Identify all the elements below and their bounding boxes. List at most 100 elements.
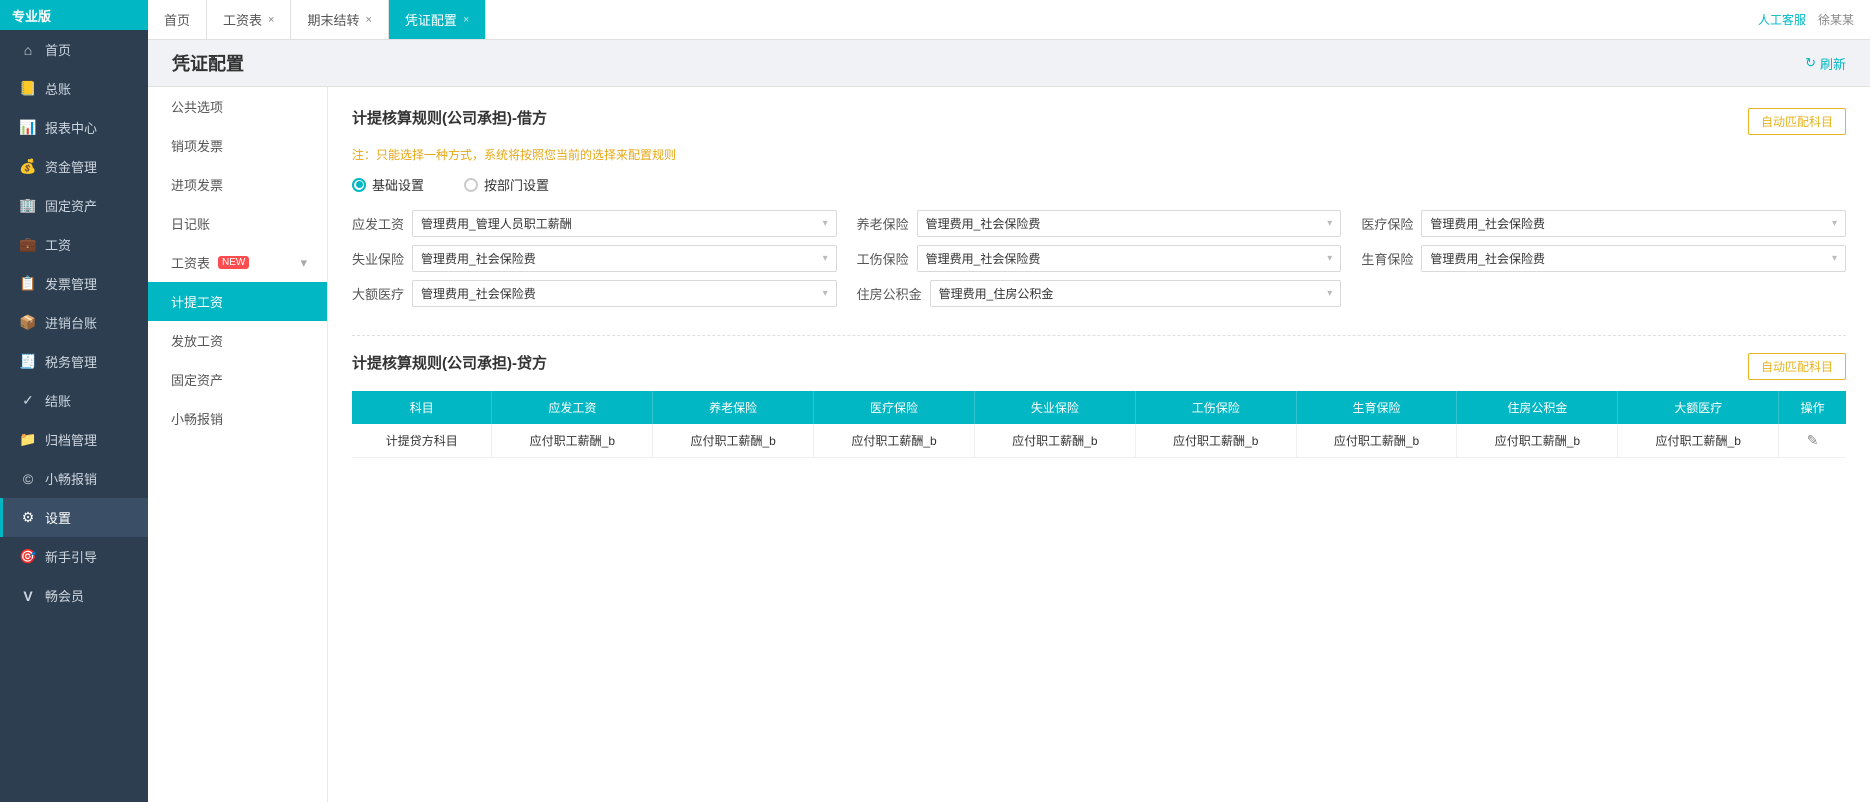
submenu-purchase-invoice[interactable]: 进项发票 <box>148 165 327 204</box>
tax-icon: 🧾 <box>19 353 37 370</box>
report-icon: 📊 <box>19 119 37 136</box>
submenu-public-options[interactable]: 公共选项 <box>148 87 327 126</box>
sidebar-item-fund-management[interactable]: 💰 资金管理 <box>0 147 148 186</box>
select-shengyu[interactable]: 管理费用_社会保险费 ▾ <box>1421 245 1846 272</box>
select-gongjijin[interactable]: 管理费用_住房公积金 ▾ <box>930 280 1342 307</box>
sidebar-item-fixed-assets[interactable]: 🏢 固定资产 <box>0 186 148 225</box>
select-daeyiliao-value: 管理费用_社会保险费 <box>421 285 819 302</box>
th-daeyiliao: 大额医疗 <box>1618 391 1779 424</box>
radio-dept-setting[interactable]: 按部门设置 <box>464 175 549 194</box>
sidebar-item-invoice[interactable]: 📋 发票管理 <box>0 264 148 303</box>
refresh-button[interactable]: ↻ 刷新 <box>1805 54 1846 73</box>
brand-label: 专业版 <box>0 0 148 30</box>
help-link[interactable]: 人工客服 <box>1758 11 1806 28</box>
radio-dept-circle <box>464 178 478 192</box>
tab-home[interactable]: 首页 <box>148 0 207 39</box>
ledger-icon: 📒 <box>19 80 37 97</box>
select-shiye[interactable]: 管理费用_社会保险费 ▾ <box>412 245 837 272</box>
submenu-issue-payroll[interactable]: 发放工资 <box>148 321 327 360</box>
sidebar-item-payroll[interactable]: 💼 工资 <box>0 225 148 264</box>
content-wrapper: 公共选项 销项发票 进项发票 日记账 工资表 NEW ▾ 计提工资 <box>148 87 1870 802</box>
select-yiliao-value: 管理费用_社会保险费 <box>1430 215 1828 232</box>
submenu-sales-invoice[interactable]: 销项发票 <box>148 126 327 165</box>
td-yanglao: 应付职工薪酬_b <box>653 424 814 458</box>
sidebar-label-fund-management: 资金管理 <box>45 157 97 176</box>
select-shengyu-value: 管理费用_社会保险费 <box>1430 250 1828 267</box>
sidebar-item-report-center[interactable]: 📊 报表中心 <box>0 108 148 147</box>
sidebar-item-closing[interactable]: ✓ 结账 <box>0 381 148 420</box>
form-item-daeyiliao: 大额医疗 管理费用_社会保险费 ▾ <box>352 280 837 307</box>
sidebar-label-settings: 设置 <box>45 508 71 527</box>
tab-voucher-close[interactable]: × <box>463 14 469 26</box>
chevron-icon-5: ▾ <box>1327 253 1332 264</box>
select-gongshang[interactable]: 管理费用_社会保险费 ▾ <box>917 245 1342 272</box>
sidebar-label-payroll: 工资 <box>45 235 71 254</box>
radio-basic-setting[interactable]: 基础设置 <box>352 175 424 194</box>
debit-section-header: 计提核算规则(公司承担)-借方 自动匹配科目 <box>352 107 1846 136</box>
debit-auto-match-button[interactable]: 自动匹配科目 <box>1748 108 1846 135</box>
chevron-icon: ▾ <box>823 218 828 229</box>
tab-voucher-config[interactable]: 凭证配置 × <box>389 0 486 39</box>
label-yanglao: 养老保险 <box>857 214 909 233</box>
form-item-yiliao: 医疗保险 管理费用_社会保险费 ▾ <box>1361 210 1846 237</box>
sidebar-item-tax[interactable]: 🧾 税务管理 <box>0 342 148 381</box>
vip-icon: V <box>19 588 37 604</box>
sidebar-label-invoice: 发票管理 <box>45 274 97 293</box>
debit-section: 计提核算规则(公司承担)-借方 自动匹配科目 注：只能选择一种方式，系统将按照您… <box>352 107 1846 307</box>
select-shiye-value: 管理费用_社会保险费 <box>421 250 819 267</box>
tab-home-label: 首页 <box>164 10 190 29</box>
submenu-calc-payroll[interactable]: 计提工资 <box>148 282 327 321</box>
sidebar-item-home[interactable]: ⌂ 首页 <box>0 30 148 69</box>
sidebar-item-settings[interactable]: ⚙ 设置 <box>0 498 148 537</box>
sidebar-item-xiaochange[interactable]: © 小畅报销 <box>0 459 148 498</box>
submenu-journal[interactable]: 日记账 <box>148 204 327 243</box>
th-shiye: 失业保险 <box>974 391 1135 424</box>
select-yanglao[interactable]: 管理费用_社会保险费 ▾ <box>917 210 1342 237</box>
chevron-icon-3: ▾ <box>1832 218 1837 229</box>
select-yiliao[interactable]: 管理费用_社会保险费 ▾ <box>1421 210 1846 237</box>
submenu-payroll-table[interactable]: 工资表 NEW ▾ <box>148 243 327 282</box>
submenu-fixed-assets[interactable]: 固定资产 <box>148 360 327 399</box>
chevron-icon-6: ▾ <box>1832 253 1837 264</box>
td-yiliao: 应付职工薪酬_b <box>814 424 975 458</box>
tab-period-close[interactable]: × <box>365 14 371 26</box>
refresh-label: 刷新 <box>1820 54 1846 73</box>
label-yiliao: 医疗保险 <box>1361 214 1413 233</box>
sidebar-item-vip[interactable]: V 畅会员 <box>0 576 148 615</box>
edit-icon[interactable]: ✎ <box>1807 432 1819 448</box>
td-edit[interactable]: ✎ <box>1779 424 1846 458</box>
sub-menu: 公共选项 销项发票 进项发票 日记账 工资表 NEW ▾ 计提工资 <box>148 87 328 802</box>
tab-period-closing[interactable]: 期末结转 × <box>291 0 388 39</box>
closing-icon: ✓ <box>19 392 37 409</box>
submenu-xiaochange[interactable]: 小畅报销 <box>148 399 327 438</box>
select-yingfa[interactable]: 管理费用_管理人员职工薪酬 ▾ <box>412 210 837 237</box>
sidebar-label-guide: 新手引导 <box>45 547 97 566</box>
guide-icon: 🎯 <box>19 548 37 565</box>
sidebar-item-purchase-sales[interactable]: 📦 进销台账 <box>0 303 148 342</box>
sidebar-item-general-ledger[interactable]: 📒 总账 <box>0 69 148 108</box>
sidebar-label-closing: 结账 <box>45 391 71 410</box>
sidebar-label-home: 首页 <box>45 40 71 59</box>
sidebar-item-archive[interactable]: 📁 归档管理 <box>0 420 148 459</box>
page-header: 凭证配置 ↻ 刷新 <box>148 40 1870 87</box>
sidebar-label-purchase-sales: 进销台账 <box>45 313 97 332</box>
user-name: 徐某某 <box>1818 11 1854 28</box>
label-yingfa: 应发工资 <box>352 214 404 233</box>
select-yanglao-value: 管理费用_社会保险费 <box>926 215 1324 232</box>
credit-table: 科目 应发工资 养老保险 医疗保险 失业保险 工伤保险 生育保险 住房公积金 大… <box>352 391 1846 458</box>
chevron-icon-4: ▾ <box>823 253 828 264</box>
tab-payroll-close[interactable]: × <box>268 14 274 26</box>
chevron-icon-2: ▾ <box>1327 218 1332 229</box>
radio-dept-label: 按部门设置 <box>484 175 549 194</box>
tab-payroll-table-label: 工资表 <box>223 10 262 29</box>
credit-auto-match-button[interactable]: 自动匹配科目 <box>1748 353 1846 380</box>
purchase-icon: 📦 <box>19 314 37 331</box>
select-daeyiliao[interactable]: 管理费用_社会保险费 ▾ <box>412 280 837 307</box>
tab-payroll-table[interactable]: 工资表 × <box>207 0 291 39</box>
sidebar-item-guide[interactable]: 🎯 新手引导 <box>0 537 148 576</box>
sidebar-label-report-center: 报表中心 <box>45 118 97 137</box>
sidebar-label-tax: 税务管理 <box>45 352 97 371</box>
chevron-down-icon: ▾ <box>300 255 307 271</box>
refresh-icon: ↻ <box>1805 55 1816 71</box>
th-yiliao: 医疗保险 <box>814 391 975 424</box>
